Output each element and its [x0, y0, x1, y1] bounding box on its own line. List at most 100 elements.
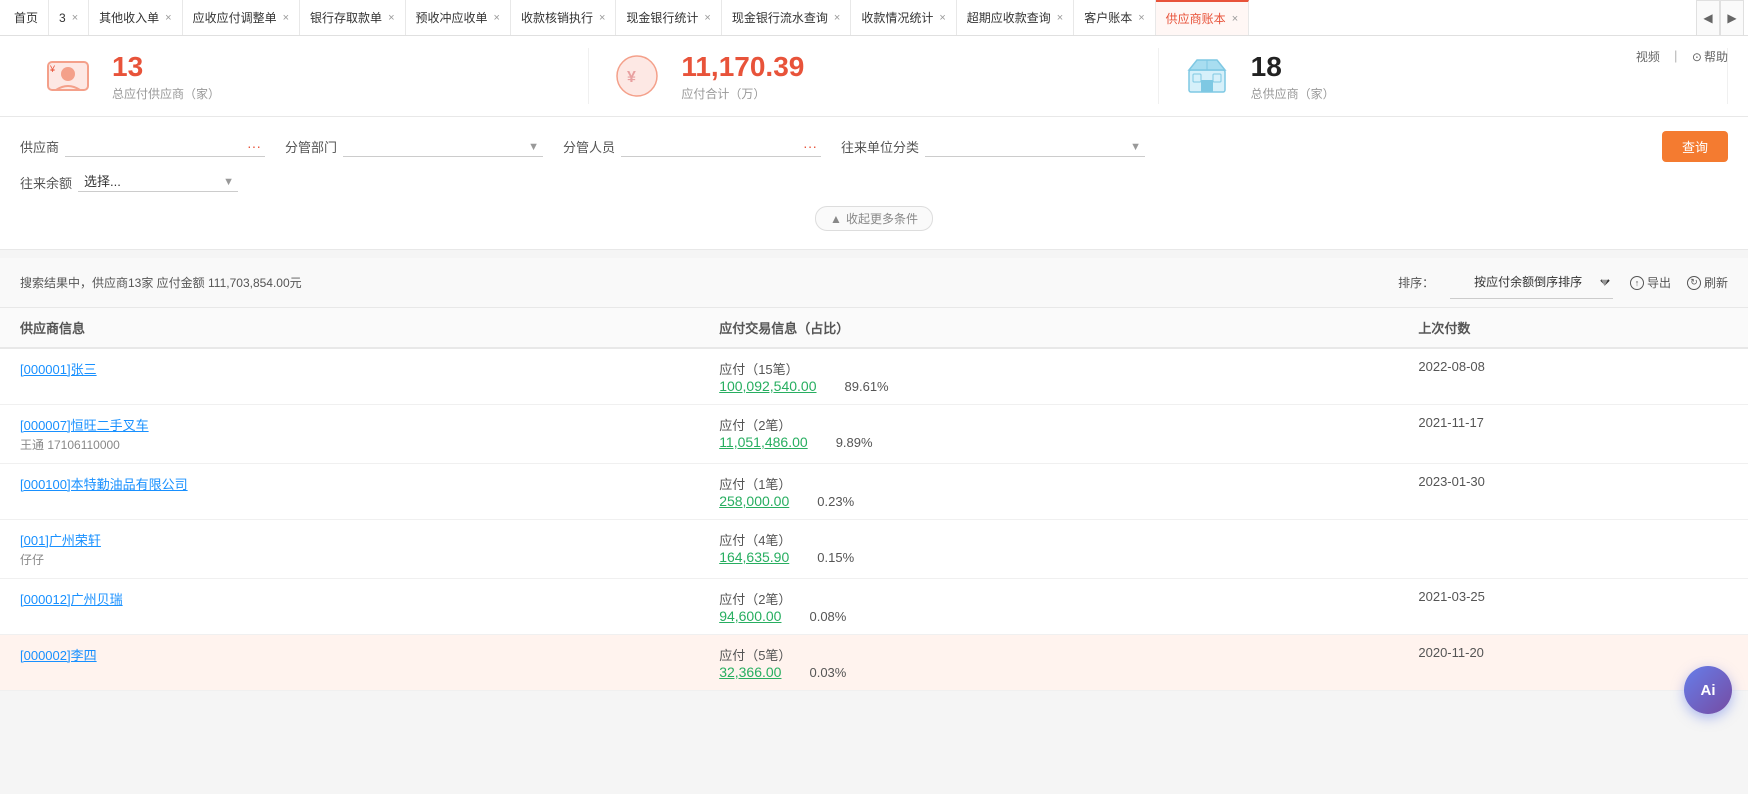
- ai-float-button[interactable]: Ai: [1684, 666, 1732, 714]
- tab-close-6[interactable]: ×: [599, 12, 605, 24]
- help-link[interactable]: ⊙帮助: [1692, 48, 1728, 65]
- filter-row-1: 供应商 ··· 分管部门 ▼ 分管人员: [20, 131, 1728, 162]
- supplier-dots-btn[interactable]: ···: [247, 138, 261, 154]
- payable-amount[interactable]: 32,366.00: [719, 664, 781, 680]
- video-link[interactable]: 视频: [1636, 48, 1660, 65]
- payable-suppliers-label: 总应付供应商（家）: [112, 85, 220, 102]
- nav-next-arrow[interactable]: ▶: [1720, 0, 1744, 36]
- export-button[interactable]: ↑ 导出: [1630, 274, 1671, 291]
- nav-tab-12[interactable]: 供应商账本×: [1156, 0, 1249, 36]
- payable-tx-cell: 应付（2笔）94,600.000.08%: [699, 579, 1398, 635]
- sort-select[interactable]: 按应付余额倒序排序: [1450, 266, 1613, 299]
- person-dots-btn[interactable]: ···: [803, 138, 817, 154]
- payable-count: 应付（15笔）: [719, 359, 1378, 378]
- person-label: 分管人员: [563, 137, 615, 156]
- payable-tx-cell: 应付（15笔）100,092,540.0089.61%: [699, 348, 1398, 405]
- nav-tab-11[interactable]: 客户账本×: [1074, 0, 1155, 36]
- payable-amount[interactable]: 258,000.00: [719, 493, 789, 509]
- top-right-links: 视频 ｜ ⊙帮助: [1636, 48, 1728, 65]
- header-supplier-info: 供应商信息: [0, 308, 699, 348]
- filter-supplier: 供应商 ···: [20, 136, 265, 157]
- refresh-icon: ↻: [1687, 276, 1701, 290]
- nav-tab-4[interactable]: 银行存取款单×: [300, 0, 405, 36]
- store-icon: [1179, 48, 1235, 104]
- payable-suppliers-num: 13: [112, 50, 220, 84]
- tab-close-11[interactable]: ×: [1138, 12, 1144, 24]
- supplier-sub-info: 王通 17106110000: [20, 436, 679, 453]
- supplier-link[interactable]: [000100]本特勤油品有限公司: [20, 477, 188, 492]
- tab-close-7[interactable]: ×: [704, 12, 710, 24]
- page-wrapper: 首页3×其他收入单×应收应付调整单×银行存取款单×预收冲应收单×收款核销执行×现…: [0, 0, 1748, 794]
- payable-amount[interactable]: 164,635.90: [719, 549, 789, 565]
- table-row: [000007]恒旺二手叉车王通 17106110000应付（2笔）11,051…: [0, 405, 1748, 464]
- nav-tab-7[interactable]: 现金银行统计×: [616, 0, 721, 36]
- toolbar-actions: 排序： 按应付余额倒序排序 ▼ ↑ 导出 ↻ 刷新: [1398, 266, 1728, 299]
- supplier-link[interactable]: [001]广州荣轩: [20, 533, 101, 548]
- collapse-button[interactable]: ▲ 收起更多条件: [815, 206, 933, 231]
- export-label: 导出: [1647, 274, 1671, 291]
- dept-label: 分管部门: [285, 137, 337, 156]
- summary-text-amount: 11,170.39 应付合计（万）: [681, 50, 804, 103]
- sort-select-wrap: 按应付余额倒序排序 ▼: [1450, 266, 1614, 299]
- payable-amount[interactable]: 100,092,540.00: [719, 378, 816, 394]
- tab-close-10[interactable]: ×: [1057, 12, 1063, 24]
- supplier-input[interactable]: [69, 139, 247, 154]
- balance-select-wrap: 选择... ▼: [78, 172, 238, 192]
- supplier-info-cell: [000100]本特勤油品有限公司: [0, 464, 699, 520]
- nav-tab-2[interactable]: 其他收入单×: [89, 0, 182, 36]
- tab-close-4[interactable]: ×: [388, 12, 394, 24]
- nav-tab-1[interactable]: 3×: [49, 0, 89, 36]
- category-label: 往来单位分类: [841, 137, 919, 156]
- collapse-label: 收起更多条件: [846, 210, 918, 227]
- supplier-link[interactable]: [000007]恒旺二手叉车: [20, 418, 149, 433]
- filter-person: 分管人员 ···: [563, 136, 821, 157]
- refresh-label: 刷新: [1704, 274, 1728, 291]
- payable-amount[interactable]: 94,600.00: [719, 608, 781, 624]
- table-row: [000012]广州贝瑞应付（2笔）94,600.000.08%2021-03-…: [0, 579, 1748, 635]
- supplier-link[interactable]: [000001]张三: [20, 362, 97, 377]
- nav-tab-3[interactable]: 应收应付调整单×: [183, 0, 300, 36]
- supplier-sub-info: 仔仔: [20, 551, 679, 568]
- payable-percent: 0.03%: [809, 665, 846, 680]
- nav-prev-arrow[interactable]: ◀: [1696, 0, 1720, 36]
- nav-tab-10[interactable]: 超期应收款查询×: [957, 0, 1074, 36]
- filter-area: 供应商 ··· 分管部门 ▼ 分管人员: [0, 117, 1748, 250]
- export-icon: ↑: [1630, 276, 1644, 290]
- table-toolbar: 搜索结果中，供应商13家 应付金额 111,703,854.00元 排序： 按应…: [0, 258, 1748, 308]
- query-button[interactable]: 查询: [1662, 131, 1728, 162]
- table-row: [000001]张三应付（15笔）100,092,540.0089.61%202…: [0, 348, 1748, 405]
- nav-tab-5[interactable]: 预收冲应收单×: [406, 0, 511, 36]
- supplier-link[interactable]: [000002]李四: [20, 648, 97, 663]
- top-nav: 首页3×其他收入单×应收应付调整单×银行存取款单×预收冲应收单×收款核销执行×现…: [0, 0, 1748, 36]
- payable-count: 应付（1笔）: [719, 474, 1378, 493]
- balance-select[interactable]: 选择...: [78, 172, 238, 192]
- supplier-link[interactable]: [000012]广州贝瑞: [20, 592, 123, 607]
- tab-close-5[interactable]: ×: [494, 12, 500, 24]
- table-row: [000002]李四应付（5笔）32,366.000.03%2020-11-20: [0, 635, 1748, 691]
- summary-text-payable: 13 总应付供应商（家）: [112, 50, 220, 103]
- tab-close-9[interactable]: ×: [939, 12, 945, 24]
- tab-close-8[interactable]: ×: [834, 12, 840, 24]
- person-input[interactable]: [625, 139, 803, 154]
- nav-tab-8[interactable]: 现金银行流水查询×: [722, 0, 851, 36]
- header-payable-tx: 应付交易信息（占比）: [699, 308, 1398, 348]
- payable-amount[interactable]: 11,051,486.00: [719, 434, 808, 450]
- table-area: 搜索结果中，供应商13家 应付金额 111,703,854.00元 排序： 按应…: [0, 258, 1748, 691]
- search-result-info: 搜索结果中，供应商13家 应付金额 111,703,854.00元: [20, 274, 1398, 291]
- last-pay-cell: 2021-11-17: [1398, 405, 1748, 464]
- last-pay-cell: [1398, 520, 1748, 579]
- nav-tab-0[interactable]: 首页: [4, 0, 49, 36]
- nav-tab-6[interactable]: 收款核销执行×: [511, 0, 616, 36]
- filter-dept: 分管部门 ▼: [285, 137, 543, 157]
- refresh-button[interactable]: ↻ 刷新: [1687, 274, 1728, 291]
- dept-select[interactable]: [343, 137, 543, 157]
- category-select[interactable]: [925, 137, 1145, 157]
- nav-tab-9[interactable]: 收款情况统计×: [851, 0, 956, 36]
- tab-close-1[interactable]: ×: [72, 12, 78, 24]
- tab-close-3[interactable]: ×: [283, 12, 289, 24]
- amount-icon: ¥: [609, 48, 665, 104]
- tab-close-2[interactable]: ×: [165, 12, 171, 24]
- tab-close-12[interactable]: ×: [1232, 13, 1238, 25]
- collapse-bar: ▲ 收起更多条件: [20, 202, 1728, 241]
- balance-label: 往来余额: [20, 173, 72, 192]
